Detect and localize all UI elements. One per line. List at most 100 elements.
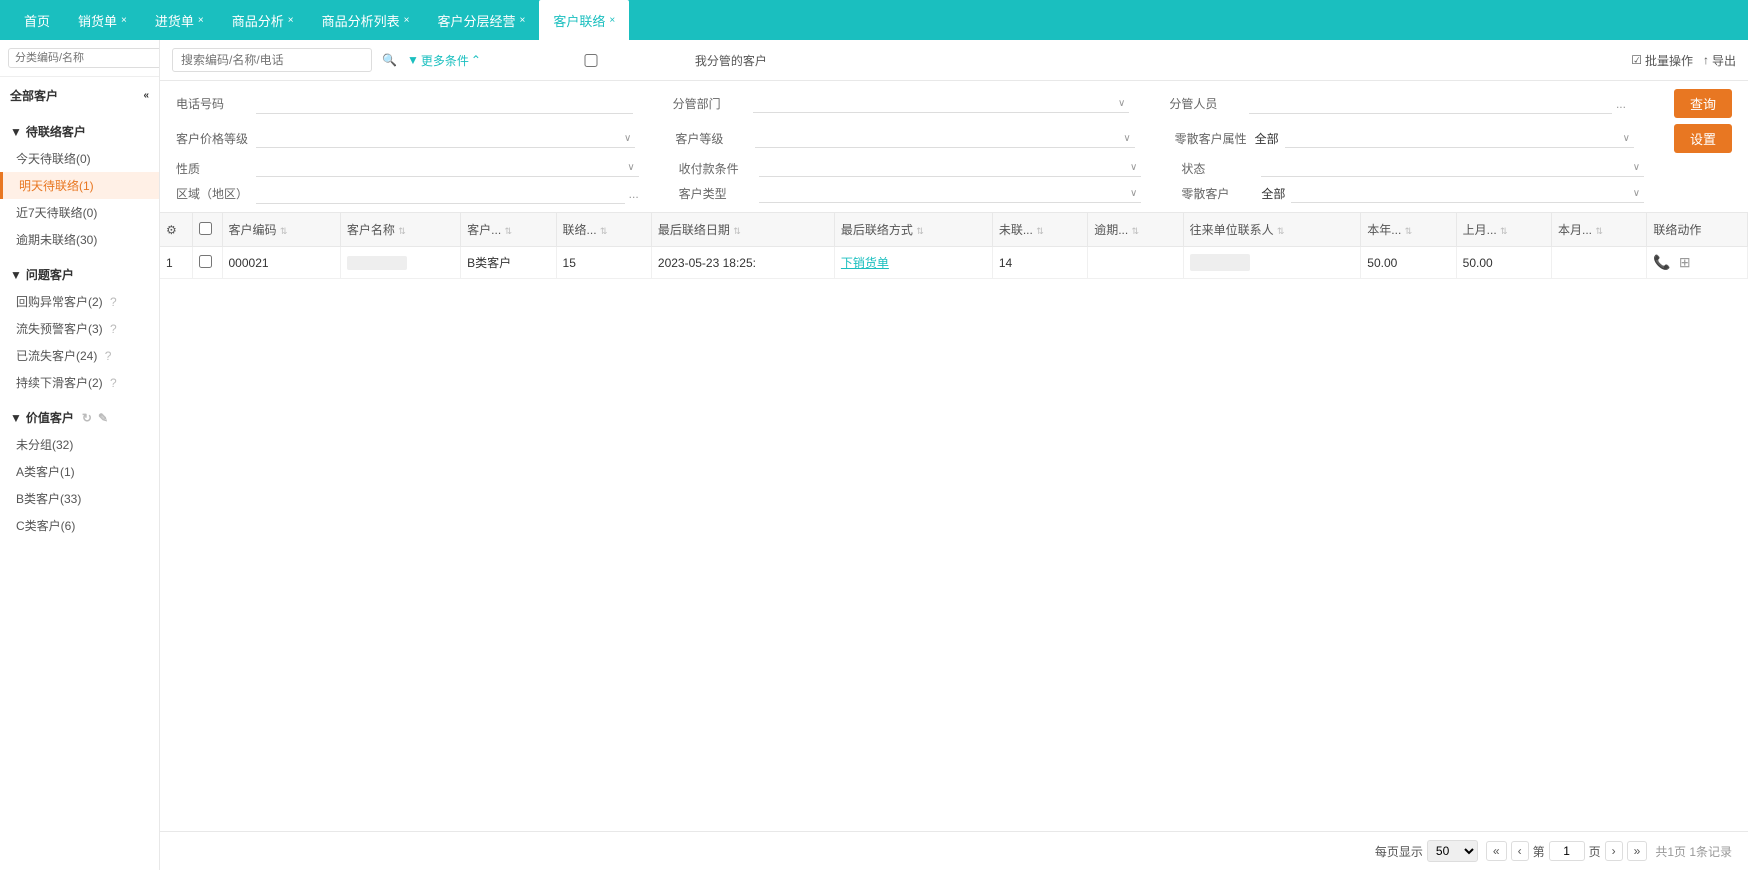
data-table: ⚙ 客户编码 ⇅ 客户名称 ⇅ 客户... ⇅ 联络... ⇅ 最后联络日期 ⇅…: [160, 213, 1748, 279]
filter-customer-level-select[interactable]: ∨: [755, 130, 1134, 148]
filter-dept-select[interactable]: ∨: [753, 95, 1130, 113]
row-checkbox-cell[interactable]: [192, 247, 222, 279]
filter-scattered-select[interactable]: ∨: [1291, 185, 1644, 203]
help-icon[interactable]: ?: [110, 295, 117, 309]
filter-region-dots[interactable]: ...: [629, 187, 639, 201]
nav-home[interactable]: 首页: [10, 0, 64, 40]
filter-customer-type-select[interactable]: ∨: [759, 185, 1142, 203]
help-icon[interactable]: ?: [110, 322, 117, 336]
filter-scattered-attr-select[interactable]: ∨: [1285, 130, 1634, 148]
last-method-link[interactable]: 下销货单: [841, 256, 889, 270]
search-input[interactable]: [172, 48, 372, 72]
search-button-icon[interactable]: 🔍: [382, 53, 397, 67]
page-number-input[interactable]: [1549, 841, 1585, 861]
nav-customer-contact[interactable]: 客户联络 ×: [539, 0, 629, 40]
nav-product-analysis[interactable]: 商品分析 ×: [218, 0, 308, 40]
filter-region-input[interactable]: [256, 183, 625, 204]
col-contact[interactable]: 联络... ⇅: [556, 213, 651, 247]
col-overdue[interactable]: 逾期... ⇅: [1088, 213, 1183, 247]
sidebar-item-churned[interactable]: 已流失客户(24) ?: [0, 342, 159, 369]
filter-nature-select[interactable]: ∨: [256, 159, 639, 177]
col-last-month[interactable]: 上月... ⇅: [1456, 213, 1551, 247]
sidebar-pending-contact-title[interactable]: ▼ 待联络客户: [0, 118, 159, 145]
sidebar-item-class-b[interactable]: B类客户(33): [0, 485, 159, 512]
first-page-button[interactable]: «: [1486, 841, 1507, 861]
sidebar-item-class-a[interactable]: A类客户(1): [0, 458, 159, 485]
col-contact-person[interactable]: 往来单位联系人 ⇅: [1183, 213, 1361, 247]
select-all-checkbox[interactable]: [199, 222, 212, 235]
sidebar-item-today[interactable]: 今天待联络(0): [0, 145, 159, 172]
col-last-date[interactable]: 最后联络日期 ⇅: [651, 213, 834, 247]
reset-button[interactable]: 设置: [1674, 124, 1732, 153]
table-row: 1 000021 Ea B类客户 15 2023-05-23 18:25: 下销…: [160, 247, 1748, 279]
filter-payment-select[interactable]: ∨: [759, 159, 1142, 177]
nav-close-icon[interactable]: ×: [404, 15, 410, 26]
last-page-button[interactable]: »: [1627, 841, 1648, 861]
next-page-button[interactable]: ›: [1605, 841, 1623, 861]
filter-more-btn[interactable]: ▼ 更多条件 ⌃: [407, 52, 481, 69]
col-this-month[interactable]: 本月... ⇅: [1552, 213, 1647, 247]
row-checkbox[interactable]: [199, 255, 212, 268]
col-code[interactable]: 客户编码 ⇅: [222, 213, 340, 247]
col-settings[interactable]: ⚙: [160, 213, 192, 247]
sidebar-item-churn-warning[interactable]: 流失预警客户(3) ?: [0, 315, 159, 342]
row-this-month: [1552, 247, 1647, 279]
col-type[interactable]: 客户... ⇅: [461, 213, 556, 247]
edit-icon[interactable]: ✎: [98, 411, 108, 425]
refresh-icon[interactable]: ↻: [82, 411, 92, 425]
filter-status: 状态 ∨: [1181, 159, 1644, 177]
prev-page-button[interactable]: ‹: [1511, 841, 1529, 861]
col-uncontacted[interactable]: 未联... ⇅: [992, 213, 1087, 247]
chevron-down-icon: ∨: [1633, 162, 1640, 173]
sidebar-item-7days[interactable]: 近7天待联络(0): [0, 199, 159, 226]
filter-phone: 电话号码: [176, 93, 633, 114]
chevron-down-icon: ∨: [1118, 98, 1125, 109]
search-bar-actions: ☑ 批量操作 ↑ 导出: [1631, 52, 1736, 69]
sidebar-item-tomorrow[interactable]: 明天待联络(1): [0, 172, 159, 199]
page-size-select[interactable]: 50 100 200: [1427, 840, 1478, 862]
phone-action-icon[interactable]: 📞: [1653, 254, 1670, 271]
nav-purchase-order[interactable]: 进货单 ×: [141, 0, 218, 40]
sidebar-value-customers-title[interactable]: ▼ 价值客户 ↻ ✎: [0, 404, 159, 431]
filter-manager-dots[interactable]: ...: [1616, 97, 1626, 111]
filter-manager-input[interactable]: [1249, 93, 1612, 114]
nav-close-icon[interactable]: ×: [288, 15, 294, 26]
help-icon[interactable]: ?: [110, 376, 117, 390]
filter-row-4: 区域（地区） ... 客户类型 ∨ 零散客户 全部: [176, 183, 1732, 204]
help-icon[interactable]: ?: [105, 349, 112, 363]
main-content: 🔍 ▼ 更多条件 ⌃ 我分管的客户 ☑ 批量操作 ↑ 导出: [160, 40, 1748, 870]
nav-sales-order[interactable]: 销货单 ×: [64, 0, 141, 40]
sidebar-item-class-c[interactable]: C类客户(6): [0, 512, 159, 539]
sidebar-collapse-icon[interactable]: «: [143, 90, 149, 101]
filter-status-select[interactable]: ∨: [1261, 159, 1644, 177]
col-name[interactable]: 客户名称 ⇅: [340, 213, 460, 247]
my-customers-checkbox[interactable]: [491, 54, 691, 67]
nav-close-icon[interactable]: ×: [198, 15, 204, 26]
my-customers-checkbox-label[interactable]: 我分管的客户: [491, 52, 767, 69]
sidebar-item-repurchase-abnormal[interactable]: 回购异常客户(2) ?: [0, 288, 159, 315]
sidebar-item-declining[interactable]: 持续下滑客户(2) ?: [0, 369, 159, 396]
query-button[interactable]: 查询: [1674, 89, 1732, 118]
sidebar-search-input[interactable]: [8, 48, 160, 68]
filter-row-2: 客户价格等级 ∨ 客户等级 ∨ 零散客户属性: [176, 124, 1732, 153]
sidebar-problem-customers-title[interactable]: ▼ 问题客户: [0, 261, 159, 288]
filter-panel: 电话号码 分管部门 ∨ 分管人员 ...: [160, 81, 1748, 213]
nav-close-icon[interactable]: ×: [121, 15, 127, 26]
action-icons-group: 📞 ⊞: [1653, 254, 1741, 271]
row-last-method[interactable]: 下销货单: [834, 247, 992, 279]
export-button[interactable]: ↑ 导出: [1703, 52, 1736, 69]
nav-close-icon[interactable]: ×: [519, 15, 525, 26]
batch-op-button[interactable]: ☑ 批量操作: [1631, 52, 1693, 69]
sidebar-item-ungrouped[interactable]: 未分组(32): [0, 431, 159, 458]
grid-action-icon[interactable]: ⊞: [1679, 254, 1691, 271]
col-last-method[interactable]: 最后联络方式 ⇅: [834, 213, 992, 247]
col-checkbox[interactable]: [192, 213, 222, 247]
nav-close-icon[interactable]: ×: [609, 15, 615, 26]
nav-customer-stratify[interactable]: 客户分层经营 ×: [423, 0, 539, 40]
col-this-year[interactable]: 本年... ⇅: [1361, 213, 1456, 247]
filter-phone-input[interactable]: [256, 93, 633, 114]
filter-price-level-select[interactable]: ∨: [256, 130, 635, 148]
nav-product-analysis-list[interactable]: 商品分析列表 ×: [308, 0, 424, 40]
sidebar-all-customers-title[interactable]: 全部客户 «: [0, 81, 159, 110]
sidebar-item-overdue[interactable]: 逾期未联络(30): [0, 226, 159, 253]
